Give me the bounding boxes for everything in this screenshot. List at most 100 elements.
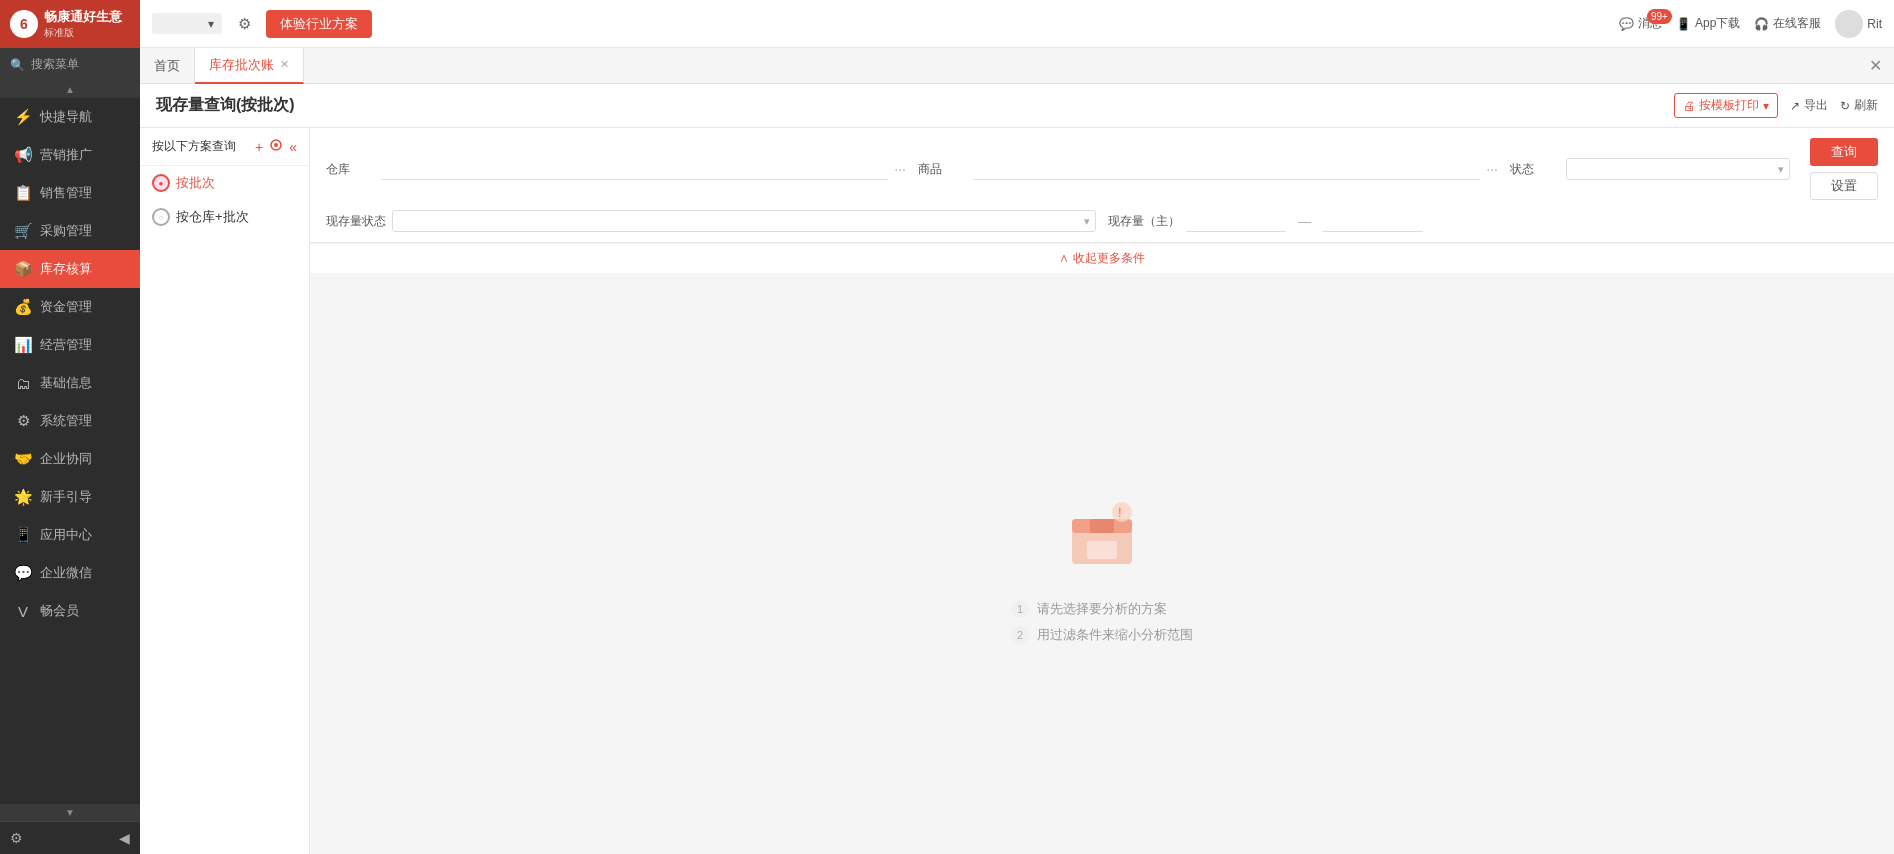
topbar-left: ▾ ⚙ 体验行业方案 [152,10,372,38]
sidebar-item-cooperation[interactable]: 🤝 企业协同 [0,440,140,478]
messages-button[interactable]: 💬 消息 99+ [1619,15,1662,32]
tab-home[interactable]: 首页 [140,48,195,84]
sidebar-item-wechat[interactable]: 💬 企业微信 [0,554,140,592]
online-service-button[interactable]: 🎧 在线客服 [1754,15,1821,32]
cooperation-icon: 🤝 [14,450,32,468]
tip-text-2: 用过滤条件来缩小分析范围 [1037,626,1193,644]
sidebar-item-vip[interactable]: V 畅会员 [0,592,140,630]
query-button[interactable]: 查询 [1810,138,1878,166]
collapse-left-panel-button[interactable]: « [289,139,297,155]
export-button[interactable]: ↗ 导出 [1790,97,1828,114]
sidebar-item-label: 基础信息 [40,374,92,392]
warehouse-dots[interactable]: ··· [894,161,906,177]
sidebar-item-finance[interactable]: 💰 资金管理 [0,288,140,326]
sidebar-item-quick-nav[interactable]: ⚡ 快捷导航 [0,98,140,136]
filter-row-1: 仓库 ··· 商品 ··· 状态 [326,138,1878,200]
topbar-dropdown[interactable]: ▾ [152,13,222,34]
status-select[interactable] [1566,158,1790,180]
user-name: Rit [1867,17,1882,31]
inventory-status-select[interactable] [392,210,1096,232]
try-industry-button[interactable]: 体验行业方案 [266,10,372,38]
collapse-more-bar[interactable]: ∧ 收起更多条件 [310,243,1894,273]
sidebar-item-label: 资金管理 [40,298,92,316]
filter-row-2: 现存量状态 现存量（主） — [326,210,1878,232]
app-logo: 6 [10,10,38,38]
svg-text:!: ! [1118,505,1122,520]
page-title-actions: 🖨 按模板打印 ▾ ↗ 导出 ↻ 刷新 [1674,93,1878,118]
svg-rect-4 [1090,519,1114,533]
left-panel: 按以下方案查询 + « ● 按批次 ○ 按仓库+ [140,128,310,854]
print-label: 按模板打印 [1699,97,1759,114]
by-warehouse-batch-icon: ○ [152,208,170,226]
product-input[interactable] [974,159,1480,180]
add-scheme-button[interactable]: + [255,139,263,155]
sidebar-item-newuser[interactable]: 🌟 新手引导 [0,478,140,516]
topbar-gear-button[interactable]: ⚙ [230,10,258,38]
settings-icon[interactable]: ⚙ [10,830,23,846]
collapse-sidebar-icon[interactable]: ◀ [119,830,130,846]
sidebar-item-marketing[interactable]: 📢 营销推广 [0,136,140,174]
tab-panel-close-button[interactable]: ✕ [1857,56,1894,75]
status-filter: 状态 [1510,158,1790,180]
scheme-item-by-batch[interactable]: ● 按批次 [140,166,309,200]
sales-icon: 📋 [14,184,32,202]
inventory-main-to[interactable] [1323,211,1423,232]
topbar-right: 💬 消息 99+ 📱 App下载 🎧 在线客服 Rit [1619,10,1882,38]
app-download-label: App下载 [1695,15,1740,32]
left-panel-header: 按以下方案查询 + « [140,128,309,166]
wechat-icon: 💬 [14,564,32,582]
user-profile-button[interactable]: Rit [1835,10,1882,38]
sidebar-item-label: 畅会员 [40,602,79,620]
product-label: 商品 [918,161,968,178]
sidebar-item-system[interactable]: ⚙ 系统管理 [0,402,140,440]
sidebar-item-label: 快捷导航 [40,108,92,126]
filter-bar: 仓库 ··· 商品 ··· 状态 [310,128,1894,243]
sidebar-item-sales[interactable]: 📋 销售管理 [0,174,140,212]
app-download-button[interactable]: 📱 App下载 [1676,15,1740,32]
tip-text-1: 请先选择要分析的方案 [1037,600,1167,618]
sidebar-header: 6 畅康通好生意 标准版 [0,0,140,48]
sidebar-item-label: 库存核算 [40,260,92,278]
warehouse-input[interactable] [382,159,888,180]
sidebar-item-inventory[interactable]: 📦 库存核算 [0,250,140,288]
sidebar-nav: ⚡ 快捷导航 📢 营销推广 📋 销售管理 🛒 采购管理 📦 库存核算 💰 资金管… [0,98,140,804]
sidebar-search[interactable]: 🔍 搜索菜单 [0,48,140,81]
scheme-settings-button[interactable] [269,138,283,155]
content-area: 按以下方案查询 + « ● 按批次 ○ 按仓库+ [140,128,1894,854]
main-area: ▾ ⚙ 体验行业方案 💬 消息 99+ 📱 App下载 🎧 在线客服 [140,0,1894,854]
search-icon: 🔍 [10,58,25,72]
inventory-icon: 📦 [14,260,32,278]
print-template-button[interactable]: 🖨 按模板打印 ▾ [1674,93,1778,118]
empty-tips: 1 请先选择要分析的方案 2 用过滤条件来缩小分析范围 [1011,600,1193,644]
by-batch-icon: ● [152,174,170,192]
sidebar-item-label: 系统管理 [40,412,92,430]
product-dots[interactable]: ··· [1486,161,1498,177]
status-select-wrap [1566,158,1790,180]
inventory-status-select-wrap [392,210,1096,232]
refresh-icon: ↻ [1840,99,1850,113]
refresh-button[interactable]: ↻ 刷新 [1840,97,1878,114]
inventory-main-from[interactable] [1186,211,1286,232]
settings-button[interactable]: 设置 [1810,172,1878,200]
purchase-icon: 🛒 [14,222,32,240]
inventory-status-label: 现存量状态 [326,213,386,230]
svg-point-1 [274,143,278,147]
product-filter: 商品 ··· [918,159,1498,180]
tab-inventory-batch[interactable]: 库存批次账 ✕ [195,48,304,84]
sidebar-item-operations[interactable]: 📊 经营管理 [0,326,140,364]
sidebar-item-apps[interactable]: 📱 应用中心 [0,516,140,554]
filter-dash: — [1292,214,1317,229]
sidebar-scroll-up[interactable]: ▲ [0,81,140,98]
newuser-icon: 🌟 [14,488,32,506]
filter-actions: 查询 设置 [1810,138,1878,200]
sidebar-bottom: ⚙ ◀ [0,821,140,854]
sidebar-item-purchase[interactable]: 🛒 采购管理 [0,212,140,250]
sidebar-item-basic[interactable]: 🗂 基础信息 [0,364,140,402]
tabs-bar: 首页 库存批次账 ✕ ✕ [140,48,1894,84]
scheme-item-by-warehouse-batch[interactable]: ○ 按仓库+批次 [140,200,309,234]
tip-num-2: 2 [1011,626,1029,644]
sidebar-item-label: 企业协同 [40,450,92,468]
sidebar-scroll-down[interactable]: ▼ [0,804,140,821]
tab-close-icon[interactable]: ✕ [280,58,289,71]
finance-icon: 💰 [14,298,32,316]
